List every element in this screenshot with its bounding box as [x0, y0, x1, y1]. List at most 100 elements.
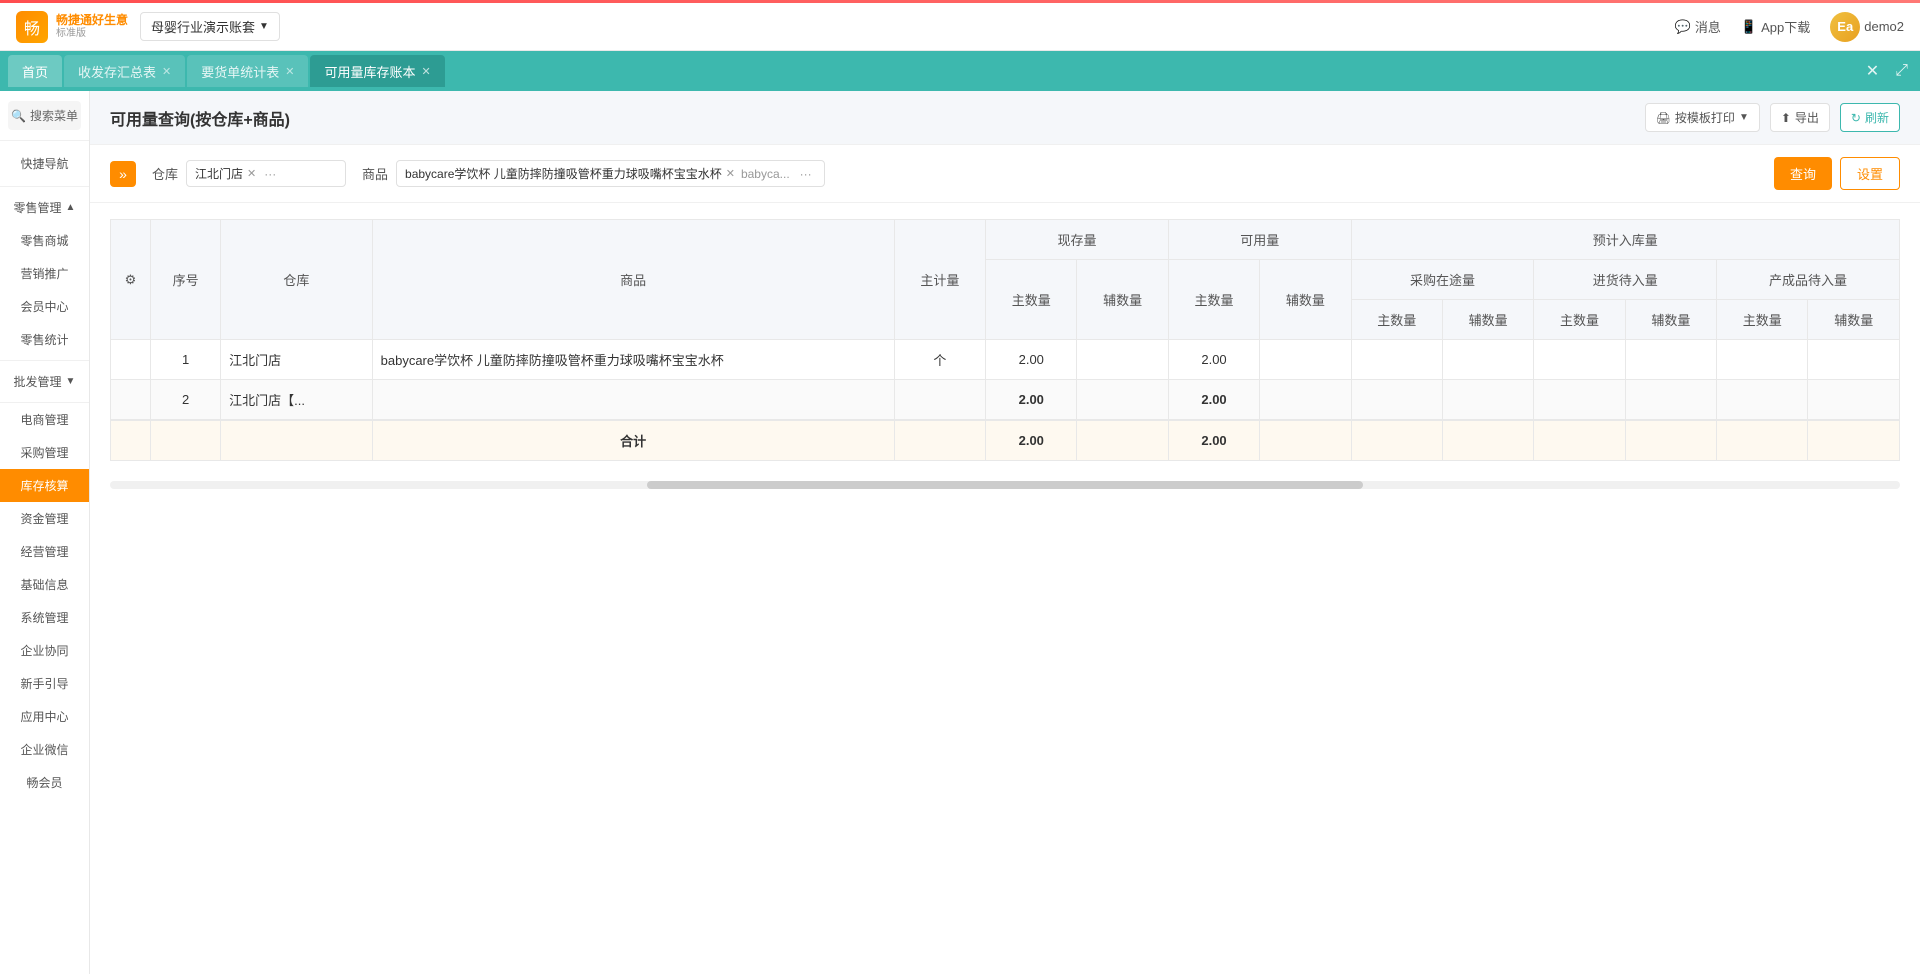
mobile-icon: 📱 [1741, 19, 1757, 35]
product-tag-close[interactable]: ✕ [726, 167, 735, 180]
setting-btn[interactable]: 设置 [1840, 157, 1900, 190]
warehouse-tag-close[interactable]: ✕ [247, 167, 256, 180]
product-input[interactable]: babycare学饮杯 儿童防摔防撞吸管杯重力球吸嘴杯宝宝水杯 ✕ babyca… [396, 160, 825, 187]
sidebar-item-purchase[interactable]: 采购管理 [0, 436, 89, 469]
close-all-tabs-btn[interactable]: ✕ [1862, 57, 1883, 85]
avatar: Ea [1830, 12, 1860, 42]
warehouse-tag: 江北门店 ✕ [195, 165, 256, 182]
logo-text: 畅捷通好生意 标准版 [56, 13, 128, 39]
tab-receive-send[interactable]: 收发存汇总表 ✕ [64, 55, 185, 87]
logo-area: 畅 畅捷通好生意 标准版 [16, 11, 128, 43]
sidebar-item-enterprise-wechat[interactable]: 企业微信 [0, 733, 89, 766]
sidebar-item-member-center[interactable]: 会员中心 [0, 290, 89, 323]
sidebar-item-inventory[interactable]: 库存核算 [0, 469, 89, 502]
th-forecast-in: 预计入库量 [1351, 220, 1899, 260]
refresh-btn[interactable]: ↻ 刷新 [1840, 103, 1900, 132]
tab-receive-send-label: 收发存汇总表 [78, 62, 156, 81]
sidebar-item-member[interactable]: 畅会员 [0, 766, 89, 799]
sidebar-item-app-center[interactable]: 应用中心 [0, 700, 89, 733]
footer-stock-main: 2.00 [986, 420, 1077, 461]
td-avail-aux [1260, 340, 1351, 380]
sidebar-item-retail-mall[interactable]: 零售商城 [0, 224, 89, 257]
filter-toggle-btn[interactable]: » [110, 161, 136, 187]
td-settings [111, 340, 151, 380]
product-tag-value: babycare学饮杯 儿童防摔防撞吸管杯重力球吸嘴杯宝宝水杯 [405, 165, 722, 182]
sidebar-item-finance[interactable]: 资金管理 [0, 502, 89, 535]
warehouse-input[interactable]: 江北门店 ✕ ··· [186, 160, 346, 187]
query-btn[interactable]: 查询 [1774, 157, 1832, 190]
filter-area: » 仓库 江北门店 ✕ ··· 商品 [90, 145, 1920, 203]
td-settings-2 [111, 380, 151, 421]
td-unit-2 [894, 380, 985, 421]
print-icon: 🖨 [1656, 111, 1671, 125]
th-no: 序号 [151, 220, 221, 340]
td-inc-main-2 [1534, 380, 1625, 421]
tab-home[interactable]: 首页 [8, 55, 62, 87]
template-print-btn[interactable]: 🖨 按模板打印 ▼ [1645, 103, 1760, 132]
sidebar-item-system[interactable]: 系统管理 [0, 601, 89, 634]
sidebar-item-ecommerce[interactable]: 电商管理 [0, 403, 89, 436]
th-settings: ⚙ [111, 220, 151, 340]
td-pur-aux [1442, 340, 1533, 380]
table-footer-row: 合计 2.00 2.00 [111, 420, 1900, 461]
sidebar-item-operation[interactable]: 经营管理 [0, 535, 89, 568]
horizontal-scrollbar[interactable] [110, 481, 1900, 489]
product-more[interactable]: ··· [796, 167, 816, 181]
content-area: 可用量查询(按仓库+商品) 🖨 按模板打印 ▼ ⬆ 导出 ↻ 刷新 [90, 91, 1920, 974]
table-row: 2 江北门店【... 2.00 2.00 [111, 380, 1900, 421]
chevron-down-icon: ▼ [259, 21, 269, 32]
td-prod-main [1717, 340, 1808, 380]
tab-order-stats[interactable]: 要货单统计表 ✕ [187, 55, 308, 87]
sidebar-item-basic-info[interactable]: 基础信息 [0, 568, 89, 601]
td-inc-aux [1625, 340, 1716, 380]
warehouse-label: 仓库 [152, 164, 178, 183]
org-name: 母婴行业演示账套 [151, 17, 255, 36]
message-btn[interactable]: 💬 消息 [1675, 17, 1721, 36]
warehouse-filter: 仓库 江北门店 ✕ ··· [152, 160, 346, 187]
data-table: ⚙ 序号 仓库 商品 主计量 现存量 可用量 预计入库量 主数量 辅数量 [110, 219, 1900, 461]
footer-inc-aux [1625, 420, 1716, 461]
tab-order-stats-close[interactable]: ✕ [285, 65, 294, 78]
sidebar-item-quick-nav[interactable]: 快捷导航 [0, 147, 89, 180]
expand-tabs-btn[interactable]: ⤢ [1891, 58, 1912, 84]
scroll-thumb[interactable] [647, 481, 1363, 489]
export-btn[interactable]: ⬆ 导出 [1770, 103, 1830, 132]
page-header: 可用量查询(按仓库+商品) 🖨 按模板打印 ▼ ⬆ 导出 ↻ 刷新 [90, 91, 1920, 145]
sidebar-item-enterprise-collab[interactable]: 企业协同 [0, 634, 89, 667]
sidebar-item-retail-mgmt[interactable]: 零售管理 ▲ [0, 191, 89, 224]
chevron-down-icon: ▼ [66, 376, 76, 387]
sidebar-group-retail: 零售管理 ▲ 零售商城 营销推广 会员中心 零售统计 [0, 187, 89, 361]
sidebar-item-new-guide[interactable]: 新手引导 [0, 667, 89, 700]
tab-bar: 首页 收发存汇总表 ✕ 要货单统计表 ✕ 可用量库存账本 ✕ ✕ ⤢ [0, 51, 1920, 91]
footer-empty-1 [111, 420, 151, 461]
td-prod-aux-2 [1808, 380, 1900, 421]
org-selector[interactable]: 母婴行业演示账套 ▼ [140, 12, 280, 41]
td-stock-aux-2 [1077, 380, 1168, 421]
footer-pur-aux [1442, 420, 1533, 461]
user-menu[interactable]: Ea demo2 [1830, 12, 1904, 42]
td-stock-aux [1077, 340, 1168, 380]
sidebar-item-wholesale-mgmt[interactable]: 批发管理 ▼ [0, 365, 89, 398]
th-pur-aux: 辅数量 [1442, 300, 1533, 340]
tab-available-stock-close[interactable]: ✕ [422, 65, 431, 78]
footer-prod-aux [1808, 420, 1900, 461]
search-menu-btn[interactable]: 🔍 搜索菜单 [8, 101, 81, 130]
footer-inc-main [1534, 420, 1625, 461]
td-prod-main-2 [1717, 380, 1808, 421]
product-label: 商品 [362, 164, 388, 183]
logo-icon: 畅 [16, 11, 48, 43]
td-avail-main-2: 2.00 [1168, 380, 1259, 421]
warehouse-more[interactable]: ··· [260, 167, 280, 181]
tab-receive-send-close[interactable]: ✕ [162, 65, 171, 78]
footer-empty-3 [221, 420, 372, 461]
product-second-tag: babyca... [741, 167, 790, 181]
td-no: 1 [151, 340, 221, 380]
export-icon: ⬆ [1781, 111, 1791, 125]
tab-available-stock[interactable]: 可用量库存账本 ✕ [310, 55, 444, 87]
td-inc-aux-2 [1625, 380, 1716, 421]
sidebar-item-marketing[interactable]: 营销推广 [0, 257, 89, 290]
th-stock-aux: 辅数量 [1077, 260, 1168, 340]
sidebar-item-retail-stats[interactable]: 零售统计 [0, 323, 89, 356]
th-inc-aux: 辅数量 [1625, 300, 1716, 340]
app-download-btn[interactable]: 📱 App下载 [1741, 17, 1810, 36]
